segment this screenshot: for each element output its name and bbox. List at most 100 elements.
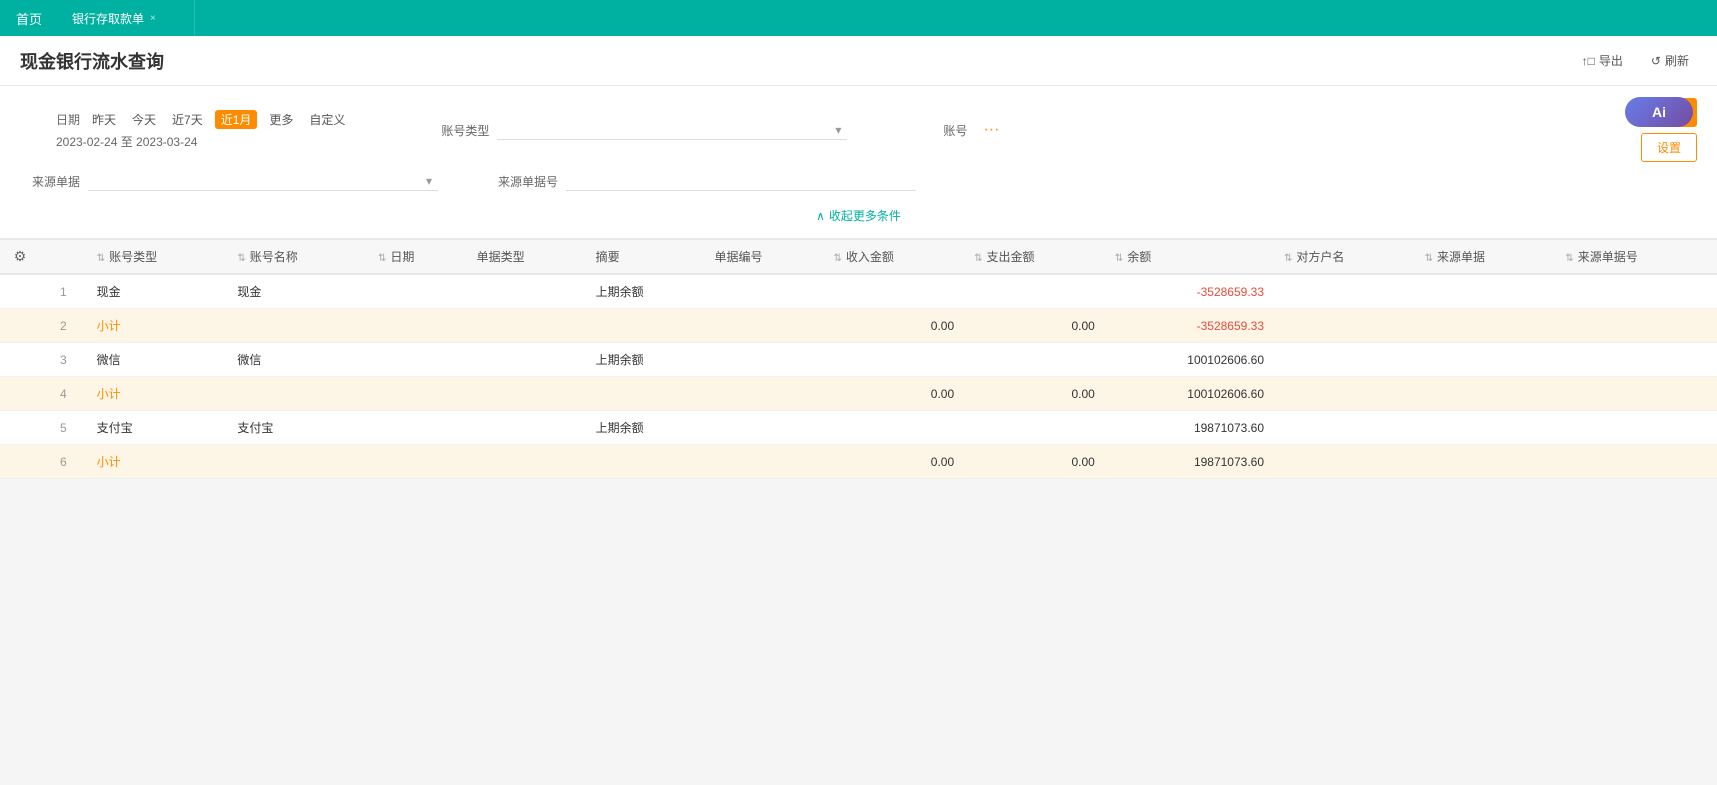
account-type-cell: 现金 <box>87 274 228 309</box>
source-doc-cell <box>1415 343 1556 377</box>
date-opt-1month[interactable]: 近1月 <box>215 110 258 129</box>
date-label: 日期 <box>20 111 80 128</box>
doc-type-cell <box>467 343 586 377</box>
income-cell: 0.00 <box>824 445 965 479</box>
source-doc-cell <box>1415 309 1556 343</box>
refresh-icon: ↺ <box>1651 54 1661 68</box>
column-balance[interactable]: ⇅余额 <box>1105 240 1274 275</box>
column-settings[interactable]: ⚙ <box>0 240 40 275</box>
balance-cell: 19871073.60 <box>1105 445 1274 479</box>
date-cell <box>368 309 467 343</box>
date-range: 2023-02-24 至 2023-03-24 <box>20 133 349 150</box>
source-doc-no-cell <box>1555 445 1717 479</box>
filter-row-2: 来源单据 ▾ 来源单据号 <box>20 172 1697 191</box>
source-doc-label: 来源单据 <box>20 173 80 190</box>
page-title: 现金银行流水查询 <box>20 48 164 74</box>
row-checkbox[interactable] <box>0 343 40 377</box>
counterparty-cell <box>1274 309 1415 343</box>
row-checkbox[interactable] <box>0 411 40 445</box>
table-row: 3 微信 微信 上期余额 100102606.60 <box>0 343 1717 377</box>
date-opt-more[interactable]: 更多 <box>265 110 297 129</box>
refresh-button[interactable]: ↺ 刷新 <box>1643 48 1697 73</box>
income-cell <box>824 411 965 445</box>
collapse-bar[interactable]: ∧ 收起更多条件 <box>20 201 1697 226</box>
column-account-name[interactable]: ⇅账号名称 <box>227 240 368 275</box>
date-filter: 日期 昨天 今天 近7天 近1月 更多 自定义 2023-02-24 至 202… <box>20 110 349 150</box>
column-date[interactable]: ⇅日期 <box>368 240 467 275</box>
expense-cell <box>964 411 1105 445</box>
collapse-arrow-icon: ∧ <box>816 209 825 223</box>
balance-cell: 100102606.60 <box>1105 343 1274 377</box>
filter-row-1: 日期 昨天 今天 近7天 近1月 更多 自定义 2023-02-24 至 202… <box>20 98 1697 162</box>
date-opt-today[interactable]: 今天 <box>128 110 160 129</box>
summary-cell <box>586 309 705 343</box>
column-source-doc-no[interactable]: ⇅来源单据号 <box>1555 240 1717 275</box>
table-row: 4 小计 0.00 0.00 100102606.60 <box>0 377 1717 411</box>
income-cell <box>824 274 965 309</box>
close-icon[interactable]: × <box>150 13 156 24</box>
account-name-cell: 微信 <box>227 343 368 377</box>
income-cell <box>824 343 965 377</box>
column-doc-type[interactable]: 单据类型 <box>467 240 586 275</box>
column-expense[interactable]: ⇅支出金额 <box>964 240 1105 275</box>
expense-cell: 0.00 <box>964 377 1105 411</box>
row-checkbox[interactable] <box>0 274 40 309</box>
page-header: 现金银行流水查询 ↑□ 导出 ↺ 刷新 <box>0 36 1717 86</box>
balance-cell: -3528659.33 <box>1105 309 1274 343</box>
date-opt-7days[interactable]: 近7天 <box>168 110 207 129</box>
source-doc-cell <box>1415 445 1556 479</box>
counterparty-cell <box>1274 343 1415 377</box>
settings-button[interactable]: 设置 <box>1641 133 1697 162</box>
nav-tab-银行存取款单[interactable]: 银行存取款单× <box>58 0 195 36</box>
income-cell: 0.00 <box>824 309 965 343</box>
doc-type-cell <box>467 445 586 479</box>
collapse-label: 收起更多条件 <box>829 207 901 224</box>
date-opt-custom[interactable]: 自定义 <box>305 110 349 129</box>
row-checkbox[interactable] <box>0 445 40 479</box>
column-income[interactable]: ⇅收入金额 <box>824 240 965 275</box>
source-doc-cell <box>1415 274 1556 309</box>
doc-no-cell <box>705 343 824 377</box>
income-cell: 0.00 <box>824 377 965 411</box>
nav-home[interactable]: 首页 <box>0 0 58 36</box>
column-doc-no[interactable]: 单据编号 <box>705 240 824 275</box>
source-doc-no-cell <box>1555 343 1717 377</box>
row-number: 4 <box>40 377 87 411</box>
doc-type-cell <box>467 309 586 343</box>
column-account-type[interactable]: ⇅账号类型 <box>87 240 228 275</box>
source-doc-cell <box>1415 377 1556 411</box>
column-summary[interactable]: 摘要 <box>586 240 705 275</box>
balance-cell: -3528659.33 <box>1105 274 1274 309</box>
account-name-cell: 现金 <box>227 274 368 309</box>
column-counterparty[interactable]: ⇅对方户名 <box>1274 240 1415 275</box>
data-table: ⚙ ⇅账号类型 ⇅账号名称 ⇅日期 单据类型 摘要 单据编号 ⇅收入金额 ⇅支出… <box>0 239 1717 479</box>
row-checkbox[interactable] <box>0 377 40 411</box>
source-doc-no-cell <box>1555 309 1717 343</box>
export-button[interactable]: ↑□ 导出 <box>1574 48 1631 73</box>
header-actions: ↑□ 导出 ↺ 刷新 <box>1574 48 1697 73</box>
ai-badge[interactable]: Ai <box>1625 97 1693 127</box>
account-name-cell <box>227 309 368 343</box>
nav-tabs: 收款单×付款单×其他收入单×应收应付调整单×银行存取款单×预收冲应收单×收款核销… <box>58 0 195 36</box>
table-row: 5 支付宝 支付宝 上期余额 19871073.60 <box>0 411 1717 445</box>
source-doc-select[interactable]: ▾ <box>88 172 438 191</box>
top-navigation: 首页 收款单×付款单×其他收入单×应收应付调整单×银行存取款单×预收冲应收单×收… <box>0 0 1717 36</box>
gear-icon[interactable]: ⚙ <box>14 248 27 264</box>
summary-cell: 上期余额 <box>586 411 705 445</box>
table-row: 2 小计 0.00 0.00 -3528659.33 <box>0 309 1717 343</box>
account-type-label: 账号类型 <box>429 122 489 139</box>
column-source-doc[interactable]: ⇅来源单据 <box>1415 240 1556 275</box>
account-type-select[interactable]: ▾ <box>497 121 847 140</box>
summary-cell: 上期余额 <box>586 343 705 377</box>
account-more-button[interactable]: ··· <box>975 121 1007 139</box>
doc-no-cell <box>705 411 824 445</box>
row-number: 2 <box>40 309 87 343</box>
source-doc-no-cell <box>1555 411 1717 445</box>
account-type-cell: 微信 <box>87 343 228 377</box>
row-checkbox[interactable] <box>0 309 40 343</box>
doc-no-cell <box>705 309 824 343</box>
source-doc-no-input[interactable] <box>566 172 916 191</box>
source-doc-no-label: 来源单据号 <box>498 173 558 190</box>
account-label: 账号 <box>907 122 967 139</box>
date-opt-yesterday[interactable]: 昨天 <box>88 110 120 129</box>
